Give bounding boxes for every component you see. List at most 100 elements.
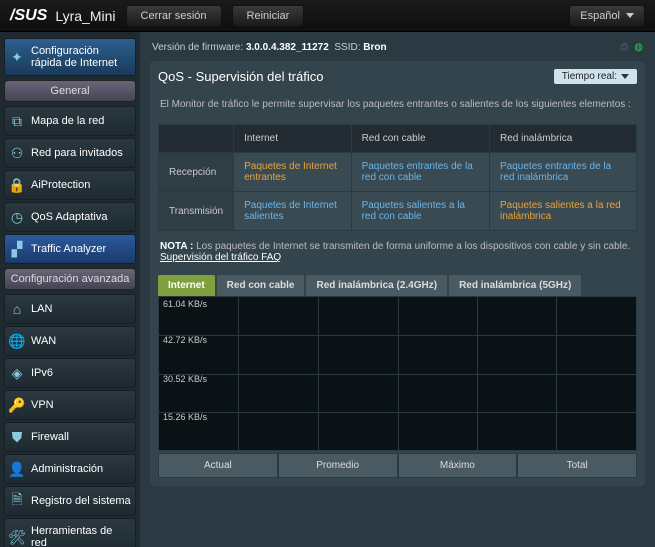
faq-link[interactable]: Supervisión del tráfico FAQ <box>160 252 281 263</box>
col-wireless: Red inalámbrica <box>490 125 637 153</box>
usb-status-icon[interactable]: ⎙ <box>620 42 628 53</box>
sidebar-item-qos[interactable]: ◷ QoS Adaptativa <box>4 202 136 232</box>
y-tick-0: 61.04 KB/s <box>163 299 207 309</box>
globe-icon: 🌐 <box>9 333 25 349</box>
link-tx-wired[interactable]: Paquetes salientes a la red con cable <box>362 200 465 222</box>
note-block: NOTA : Los paquetes de Internet se trans… <box>158 235 637 269</box>
language-selector[interactable]: Español <box>569 5 645 27</box>
ssid-label: SSID: <box>334 42 360 53</box>
ssid-value: Bron <box>363 42 386 53</box>
tab-wireless-24[interactable]: Red inalámbrica (2.4GHz) <box>306 275 447 296</box>
note-label: NOTA : <box>160 241 193 252</box>
guest-icon: ⚇ <box>9 145 25 161</box>
link-rx-internet[interactable]: Paquetes de Internet entrantes <box>244 161 337 183</box>
tab-wireless-5[interactable]: Red inalámbrica (5GHz) <box>449 275 581 296</box>
sidebar-item-quick-setup[interactable]: ✦ Configuración rápida de Internet <box>4 38 136 76</box>
sidebar-item-administration[interactable]: 👤 Administración <box>4 454 136 484</box>
gauge-icon: ◷ <box>9 209 25 225</box>
map-icon: ⧉ <box>9 113 25 129</box>
note-text: Los paquetes de Internet se transmiten d… <box>196 241 630 252</box>
brand-logo: /SUS <box>10 7 47 25</box>
stat-average: Promedio <box>278 453 398 478</box>
sidebar-item-label: Traffic Analyzer <box>31 243 106 255</box>
sidebar-item-network-tools[interactable]: 🛠 Herramientas de red <box>4 518 136 547</box>
firewall-icon: ⛊ <box>9 429 25 445</box>
firmware-label: Versión de firmware: <box>152 42 243 53</box>
link-rx-wired[interactable]: Paquetes entrantes de la red con cable <box>362 161 473 183</box>
link-tx-internet[interactable]: Paquetes de Internet salientes <box>244 200 337 222</box>
vpn-icon: 🔑 <box>9 397 25 413</box>
sidebar-item-label: Registro del sistema <box>31 495 131 507</box>
tools-icon: 🛠 <box>9 529 25 545</box>
stats-row: Actual Promedio Máximo Total <box>158 453 637 478</box>
wand-icon: ✦ <box>9 49 25 65</box>
sidebar-item-lan[interactable]: ⌂ LAN <box>4 294 136 324</box>
sidebar-item-label: Herramientas de red <box>31 525 131 547</box>
stat-total: Total <box>517 453 637 478</box>
sidebar: ✦ Configuración rápida de Internet Gener… <box>0 32 140 547</box>
chevron-down-icon <box>621 74 629 79</box>
shield-icon: 🔒 <box>9 177 25 193</box>
sidebar-item-system-log[interactable]: 🗎 Registro del sistema <box>4 486 136 516</box>
sidebar-item-aiprotection[interactable]: 🔒 AiProtection <box>4 170 136 200</box>
main-content: Versión de firmware: 3.0.0.4.382_11272 S… <box>140 32 655 547</box>
sidebar-item-label: IPv6 <box>31 367 53 379</box>
connection-status-icon[interactable]: ◍ <box>634 42 643 53</box>
y-tick-1: 42.72 KB/s <box>163 335 207 345</box>
sidebar-item-traffic-analyzer[interactable]: ▞ Traffic Analyzer <box>4 234 136 264</box>
firmware-info-line: Versión de firmware: 3.0.0.4.382_11272 S… <box>150 38 645 57</box>
sidebar-item-label: AiProtection <box>31 179 90 191</box>
y-tick-3: 15.26 KB/s <box>163 412 207 422</box>
model-name: Lyra_Mini <box>55 8 115 24</box>
realtime-selector[interactable]: Tiempo real: <box>554 69 637 84</box>
home-icon: ⌂ <box>9 301 25 317</box>
sidebar-item-label: VPN <box>31 399 54 411</box>
chart-grid <box>159 297 636 450</box>
stat-max: Máximo <box>398 453 518 478</box>
sidebar-item-label: QoS Adaptativa <box>31 211 107 223</box>
sidebar-item-label: Administración <box>31 463 103 475</box>
sidebar-group-advanced: Configuración avanzada <box>4 268 136 290</box>
sidebar-item-vpn[interactable]: 🔑 VPN <box>4 390 136 420</box>
firmware-version: 3.0.0.4.382_11272 <box>246 42 329 53</box>
realtime-label: Tiempo real: <box>562 71 617 82</box>
sidebar-item-ipv6[interactable]: ◈ IPv6 <box>4 358 136 388</box>
sidebar-item-label: Mapa de la red <box>31 115 104 127</box>
top-bar: /SUS Lyra_Mini Cerrar sesión Reiniciar E… <box>0 0 655 32</box>
sidebar-item-network-map[interactable]: ⧉ Mapa de la red <box>4 106 136 136</box>
link-tx-wireless[interactable]: Paquetes salientes a la red inalámbrica <box>500 200 621 222</box>
stat-actual: Actual <box>158 453 278 478</box>
row-tx: Transmisión <box>159 192 234 231</box>
row-rx: Recepción <box>159 153 234 192</box>
panel-title: QoS - Supervisión del tráfico <box>158 69 323 84</box>
sidebar-item-wan[interactable]: 🌐 WAN <box>4 326 136 356</box>
traffic-summary-table: Internet Red con cable Red inalámbrica R… <box>158 124 637 231</box>
logout-button[interactable]: Cerrar sesión <box>126 5 222 27</box>
tab-internet[interactable]: Internet <box>158 275 215 296</box>
traffic-tabs: Internet Red con cable Red inalámbrica (… <box>158 275 637 296</box>
sidebar-group-general: General <box>4 80 136 102</box>
panel-description: El Monitor de tráfico le permite supervi… <box>158 90 637 120</box>
sidebar-item-label: LAN <box>31 303 52 315</box>
y-tick-2: 30.52 KB/s <box>163 374 207 384</box>
language-label: Español <box>580 10 620 22</box>
chevron-down-icon <box>626 13 634 18</box>
col-internet: Internet <box>234 125 351 153</box>
panel-title-row: QoS - Supervisión del tráfico Tiempo rea… <box>158 69 637 90</box>
tab-wired[interactable]: Red con cable <box>217 275 305 296</box>
log-icon: 🗎 <box>9 493 25 509</box>
sidebar-item-label: Configuración rápida de Internet <box>31 45 131 69</box>
chart-icon: ▞ <box>9 241 25 257</box>
sidebar-item-guest-network[interactable]: ⚇ Red para invitados <box>4 138 136 168</box>
traffic-panel: QoS - Supervisión del tráfico Tiempo rea… <box>150 61 645 486</box>
traffic-chart: 61.04 KB/s 42.72 KB/s 30.52 KB/s 15.26 K… <box>158 296 637 451</box>
sidebar-item-label: Firewall <box>31 431 69 443</box>
col-wired: Red con cable <box>351 125 489 153</box>
sidebar-item-label: WAN <box>31 335 56 347</box>
ipv6-icon: ◈ <box>9 365 25 381</box>
link-rx-wireless[interactable]: Paquetes entrantes de la red inalámbrica <box>500 161 611 183</box>
reboot-button[interactable]: Reiniciar <box>232 5 305 27</box>
sidebar-item-firewall[interactable]: ⛊ Firewall <box>4 422 136 452</box>
sidebar-item-label: Red para invitados <box>31 147 123 159</box>
admin-icon: 👤 <box>9 461 25 477</box>
